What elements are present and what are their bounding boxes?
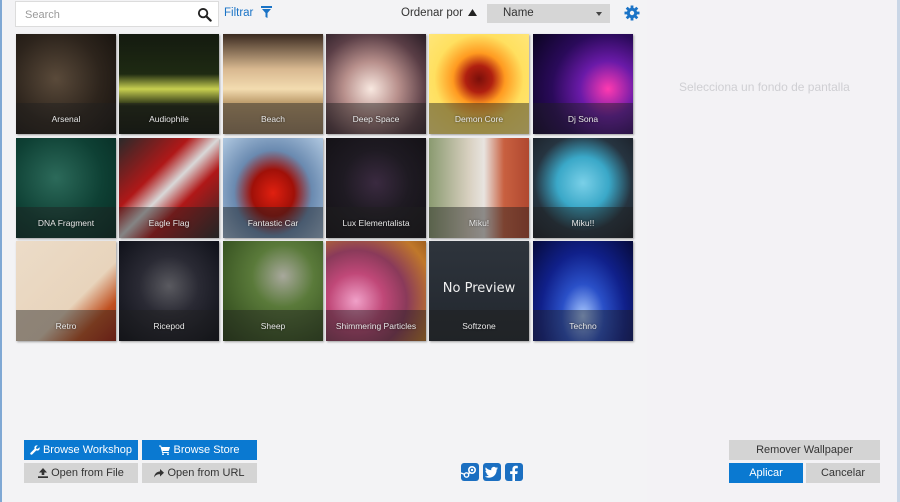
wallpaper-title: Fantastic Car — [247, 218, 299, 228]
wallpaper-tile[interactable]: Audiophile — [119, 34, 219, 134]
remove-wallpaper-button[interactable]: Remover Wallpaper — [729, 440, 880, 460]
filter-icon[interactable] — [261, 6, 272, 18]
apply-button[interactable]: Aplicar — [729, 463, 803, 483]
remove-wallpaper-label: Remover Wallpaper — [756, 444, 853, 456]
facebook-icon[interactable] — [505, 463, 523, 481]
wallpaper-tile[interactable]: Deep Space — [326, 34, 426, 134]
wallpaper-tile[interactable]: Dj Sona — [533, 34, 633, 134]
share-arrow-icon — [154, 469, 165, 478]
wallpaper-title: Demon Core — [454, 114, 504, 124]
wallpaper-title: Audiophile — [149, 114, 189, 124]
wallpaper-tile[interactable]: Ricepod — [119, 241, 219, 341]
steam-icon[interactable] — [460, 463, 479, 481]
browse-store-button[interactable]: Browse Store — [142, 440, 257, 460]
wallpaper-tile[interactable]: Shimmering Particles — [326, 241, 426, 341]
wallpaper-title: Miku! — [468, 218, 490, 228]
cancel-label: Cancelar — [820, 467, 866, 479]
wallpaper-title: Eagle Flag — [148, 218, 190, 228]
sort-ascending-icon[interactable] — [468, 9, 477, 16]
wallpaper-title: Softzone — [462, 321, 496, 331]
wallpaper-title: Arsenal — [51, 114, 81, 124]
wallpaper-tile[interactable]: No Preview Softzone — [429, 241, 529, 341]
wallpaper-tile[interactable]: Fantastic Car — [223, 138, 323, 238]
wallpaper-tile[interactable]: Miku! — [429, 138, 529, 238]
wallpaper-tile[interactable]: Retro — [16, 241, 116, 341]
open-from-url-button[interactable]: Open from URL — [142, 463, 257, 483]
wallpaper-tile[interactable]: Demon Core — [429, 34, 529, 134]
wallpaper-title: Sheep — [260, 321, 286, 331]
wallpaper-title: Miku!! — [571, 218, 595, 228]
browse-workshop-label: Browse Workshop — [42, 444, 133, 456]
wallpaper-tile[interactable]: DNA Fragment — [16, 138, 116, 238]
wallpaper-title: Techno — [569, 321, 597, 331]
wallpaper-title: Ricepod — [153, 321, 185, 331]
wallpaper-title: Beach — [260, 114, 286, 124]
details-panel: Selecciona un fondo de pantalla Remover … — [647, 0, 897, 502]
no-preview-label: No Preview — [442, 281, 516, 296]
chevron-down-icon — [596, 12, 602, 16]
sort-selected-value: Name — [503, 7, 534, 19]
sort-dropdown[interactable]: Name — [487, 4, 610, 23]
cancel-button[interactable]: Cancelar — [806, 463, 880, 483]
gear-icon[interactable] — [624, 5, 640, 21]
wallpaper-title: Deep Space — [352, 114, 400, 124]
wallpaper-title: Dj Sona — [567, 114, 599, 124]
wallpaper-tile[interactable]: Lux Elementalista — [326, 138, 426, 238]
open-from-file-button[interactable]: Open from File — [24, 463, 138, 483]
twitter-icon[interactable] — [483, 463, 501, 481]
open-from-url-label: Open from URL — [167, 467, 245, 479]
browse-store-label: Browse Store — [173, 444, 240, 456]
wallpaper-browser: Filtrar Ordenar por Name Arsenal Audiophi… — [2, 0, 647, 502]
wrench-icon — [30, 445, 40, 455]
wallpaper-title: Retro — [55, 321, 77, 331]
shopping-cart-icon — [159, 445, 171, 455]
filter-link[interactable]: Filtrar — [224, 7, 253, 19]
wallpaper-tile[interactable]: Techno — [533, 241, 633, 341]
wallpaper-title: Shimmering Particles — [335, 321, 417, 331]
browse-workshop-button[interactable]: Browse Workshop — [24, 440, 138, 460]
wallpaper-tile[interactable]: Eagle Flag — [119, 138, 219, 238]
wallpaper-title: DNA Fragment — [37, 218, 95, 228]
select-wallpaper-placeholder: Selecciona un fondo de pantalla — [679, 80, 850, 94]
upload-icon — [38, 468, 49, 478]
search-icon[interactable] — [197, 7, 212, 22]
wallpaper-tile[interactable]: Arsenal — [16, 34, 116, 134]
wallpaper-tile[interactable]: Miku!! — [533, 138, 633, 238]
wallpaper-tile[interactable]: Beach — [223, 34, 323, 134]
wallpaper-title: Lux Elementalista — [342, 218, 410, 228]
search-input[interactable] — [25, 6, 195, 24]
open-from-file-label: Open from File — [51, 467, 124, 479]
apply-label: Aplicar — [749, 467, 783, 479]
search-box[interactable] — [15, 1, 219, 27]
sort-label: Ordenar por — [401, 7, 464, 19]
wallpaper-tile[interactable]: Sheep — [223, 241, 323, 341]
